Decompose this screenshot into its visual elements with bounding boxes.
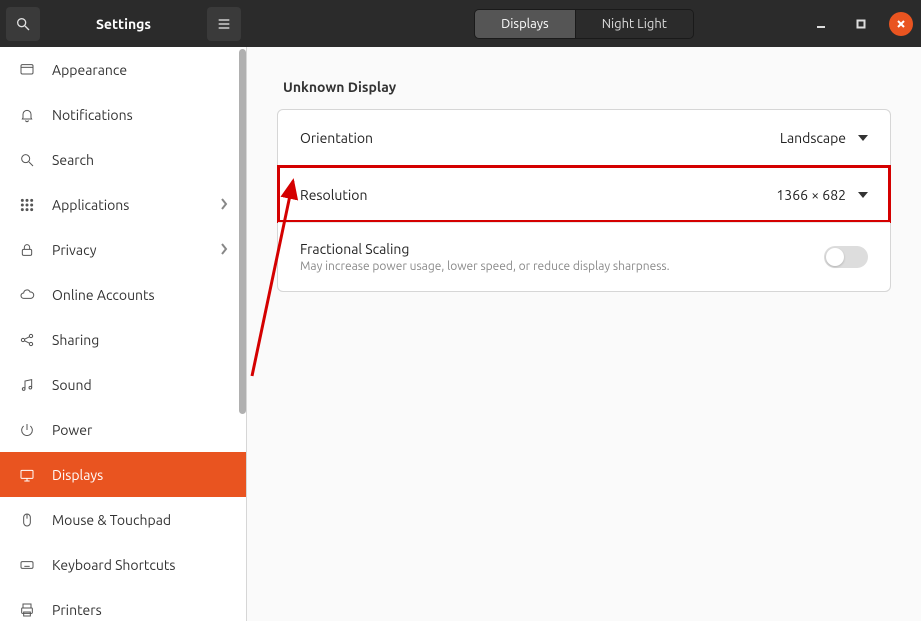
mouse-icon xyxy=(18,511,36,529)
cloud-icon xyxy=(18,286,36,304)
settings-window: Settings Displays Night Light xyxy=(0,0,921,621)
sidebar-item-label: Sound xyxy=(52,377,92,393)
display-icon xyxy=(18,466,36,484)
share-icon xyxy=(18,331,36,349)
sidebar-item-label: Search xyxy=(52,152,94,168)
resolution-label: Resolution xyxy=(300,187,367,203)
sidebar-item-notifications[interactable]: Notifications xyxy=(0,92,246,137)
view-tabs: Displays Night Light xyxy=(474,9,694,39)
fractional-scaling-row: Fractional Scaling May increase power us… xyxy=(278,222,890,291)
close-button[interactable] xyxy=(889,12,913,36)
tab-displays[interactable]: Displays xyxy=(475,10,575,38)
fractional-scaling-switch[interactable] xyxy=(824,246,868,268)
sidebar-item-label: Power xyxy=(52,422,92,438)
sidebar-item-label: Printers xyxy=(52,602,102,618)
fractional-label: Fractional Scaling xyxy=(300,241,670,257)
orientation-label: Orientation xyxy=(300,130,373,146)
sidebar-item-applications[interactable]: Applications xyxy=(0,182,246,227)
sidebar-item-label: Sharing xyxy=(52,332,99,348)
sidebar: Appearance Notifications Search Applicat… xyxy=(0,47,247,621)
appearance-icon xyxy=(18,61,36,79)
sidebar-item-privacy[interactable]: Privacy xyxy=(0,227,246,272)
sidebar-item-label: Displays xyxy=(52,467,103,483)
sidebar-item-search[interactable]: Search xyxy=(0,137,246,182)
content-area: Unknown Display Orientation Landscape Re… xyxy=(247,47,921,621)
sidebar-item-label: Notifications xyxy=(52,107,133,123)
printer-icon xyxy=(18,601,36,619)
minimize-icon xyxy=(816,19,826,29)
sidebar-scroll[interactable]: Appearance Notifications Search Applicat… xyxy=(0,47,246,621)
sidebar-item-sound[interactable]: Sound xyxy=(0,362,246,407)
fractional-sub: May increase power usage, lower speed, o… xyxy=(300,260,670,273)
sidebar-item-label: Mouse & Touchpad xyxy=(52,512,171,528)
sidebar-item-label: Online Accounts xyxy=(52,287,155,303)
apps-icon xyxy=(18,196,36,214)
orientation-row[interactable]: Orientation Landscape xyxy=(278,110,890,166)
sidebar-item-printers[interactable]: Printers xyxy=(0,587,246,621)
search-icon xyxy=(15,16,31,32)
header-left: Settings xyxy=(0,0,247,47)
sidebar-item-power[interactable]: Power xyxy=(0,407,246,452)
maximize-button[interactable] xyxy=(849,12,873,36)
sidebar-item-label: Appearance xyxy=(52,62,127,78)
orientation-value[interactable]: Landscape xyxy=(780,130,868,146)
app-title: Settings xyxy=(46,16,201,32)
chevron-down-icon xyxy=(858,135,868,141)
resolution-value[interactable]: 1366 × 682 xyxy=(776,187,868,203)
search-button[interactable] xyxy=(6,7,40,41)
maximize-icon xyxy=(856,19,866,29)
header-right: Displays Night Light xyxy=(247,0,921,47)
sidebar-item-sharing[interactable]: Sharing xyxy=(0,317,246,362)
minimize-button[interactable] xyxy=(809,12,833,36)
scrollbar-thumb[interactable] xyxy=(239,49,246,414)
sidebar-item-label: Privacy xyxy=(52,242,96,258)
fractional-text: Fractional Scaling May increase power us… xyxy=(300,241,670,273)
resolution-row[interactable]: Resolution 1366 × 682 xyxy=(278,166,890,222)
sidebar-item-displays[interactable]: Displays xyxy=(0,452,246,497)
power-icon xyxy=(18,421,36,439)
window-controls xyxy=(809,12,913,36)
display-section-title: Unknown Display xyxy=(283,79,891,95)
sidebar-item-keyboard-shortcuts[interactable]: Keyboard Shortcuts xyxy=(0,542,246,587)
header-bar: Settings Displays Night Light xyxy=(0,0,921,47)
tab-night-light[interactable]: Night Light xyxy=(575,10,693,38)
search-icon xyxy=(18,151,36,169)
chevron-down-icon xyxy=(858,192,868,198)
sidebar-item-label: Keyboard Shortcuts xyxy=(52,557,175,573)
sidebar-item-label: Applications xyxy=(52,197,129,213)
hamburger-menu-button[interactable] xyxy=(207,7,241,41)
sidebar-item-mouse-touchpad[interactable]: Mouse & Touchpad xyxy=(0,497,246,542)
body: Appearance Notifications Search Applicat… xyxy=(0,47,921,621)
sidebar-item-online-accounts[interactable]: Online Accounts xyxy=(0,272,246,317)
music-icon xyxy=(18,376,36,394)
bell-icon xyxy=(18,106,36,124)
close-icon xyxy=(896,19,906,29)
keyboard-icon xyxy=(18,556,36,574)
display-settings-panel: Orientation Landscape Resolution 1366 × … xyxy=(277,109,891,292)
hamburger-icon xyxy=(216,16,232,32)
chevron-right-icon xyxy=(220,242,228,258)
chevron-right-icon xyxy=(220,197,228,213)
lock-icon xyxy=(18,241,36,259)
sidebar-item-appearance[interactable]: Appearance xyxy=(0,47,246,92)
